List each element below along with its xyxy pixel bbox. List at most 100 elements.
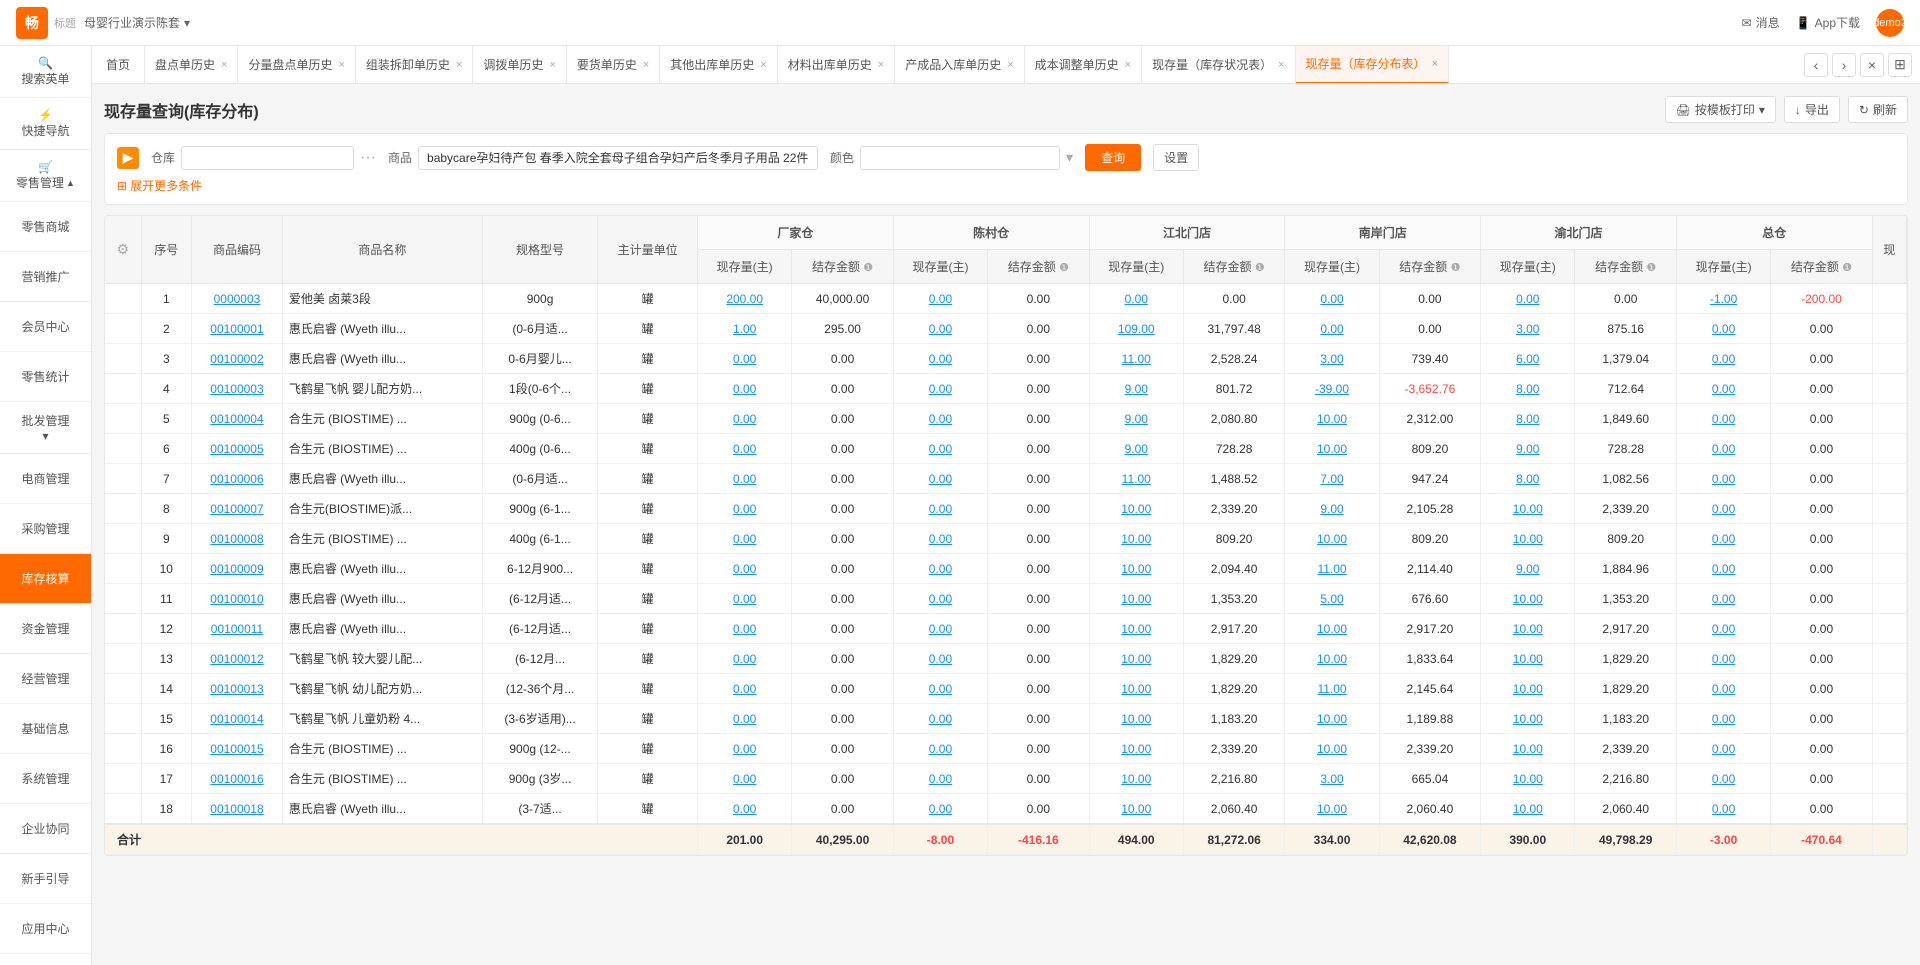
table-cell[interactable]: 00100013	[192, 674, 283, 704]
table-cell[interactable]: 0.00	[893, 374, 987, 404]
settings-col-header[interactable]: ⚙	[105, 216, 141, 284]
print-btn[interactable]: 🖨 按模板打印 ▾	[1665, 96, 1776, 123]
table-cell[interactable]: 10.00	[1285, 734, 1379, 764]
tab-material-out[interactable]: 材料出库单历史 ×	[778, 46, 895, 84]
table-cell[interactable]: 10.00	[1089, 734, 1183, 764]
table-cell[interactable]: 0.00	[893, 314, 987, 344]
close-tab-stock-dist[interactable]: ×	[1432, 58, 1438, 70]
table-cell[interactable]: 9.00	[1481, 434, 1575, 464]
table-cell[interactable]: 0.00	[893, 644, 987, 674]
sidebar-item-inventory[interactable]: 库存核算	[0, 554, 91, 604]
table-cell[interactable]: 0.00	[893, 284, 987, 314]
table-cell[interactable]: 0.00	[1676, 314, 1770, 344]
table-cell[interactable]: 10.00	[1089, 794, 1183, 825]
table-cell[interactable]: 0.00	[698, 794, 792, 825]
table-cell[interactable]: 10.00	[1089, 614, 1183, 644]
table-cell[interactable]: 0.00	[698, 644, 792, 674]
table-cell[interactable]: 0.00	[1676, 764, 1770, 794]
table-cell[interactable]: 11.00	[1089, 464, 1183, 494]
table-cell[interactable]: 0.00	[698, 374, 792, 404]
close-tab-inventory-single[interactable]: ×	[221, 59, 227, 71]
sidebar-item-retail-stats[interactable]: 零售统计	[0, 352, 91, 402]
table-cell[interactable]: 00100011	[192, 614, 283, 644]
table-cell[interactable]: 10.00	[1285, 644, 1379, 674]
tab-cost-adjust[interactable]: 成本调整单历史 ×	[1025, 46, 1142, 84]
row-settings[interactable]	[105, 524, 141, 554]
store-selector[interactable]: 母婴行业演示陈套 ▾	[84, 14, 190, 31]
table-cell[interactable]: 00100009	[192, 554, 283, 584]
table-cell[interactable]: 0.00	[698, 734, 792, 764]
table-cell[interactable]: 10.00	[1481, 794, 1575, 825]
table-cell[interactable]: 0.00	[1676, 734, 1770, 764]
sidebar-item-marketing[interactable]: 营销推广	[0, 252, 91, 302]
table-cell[interactable]: 0.00	[893, 794, 987, 825]
table-cell[interactable]: 10.00	[1285, 434, 1379, 464]
table-cell[interactable]: 00100001	[192, 314, 283, 344]
sidebar-item-operations[interactable]: 经营管理	[0, 654, 91, 704]
row-settings[interactable]	[105, 284, 141, 314]
table-cell[interactable]: 7.00	[1285, 464, 1379, 494]
sidebar-item-finance[interactable]: 资金管理	[0, 604, 91, 654]
tab-home[interactable]: 首页	[92, 46, 145, 84]
nav-expand-btn[interactable]: ⊞	[1888, 53, 1912, 77]
tab-other-out[interactable]: 其他出库单历史 ×	[660, 46, 777, 84]
table-cell[interactable]: 9.00	[1089, 374, 1183, 404]
sidebar-item-system[interactable]: 系统管理	[0, 754, 91, 804]
tab-stock-status[interactable]: 现存量（库存状况表） ×	[1142, 46, 1295, 84]
sidebar-item-shortcut[interactable]: ⚡ 快捷导航	[0, 98, 91, 150]
tab-inventory-single[interactable]: 盘点单历史 ×	[145, 46, 238, 84]
sidebar-item-purchase[interactable]: 采购管理	[0, 504, 91, 554]
table-cell[interactable]: 0.00	[1676, 524, 1770, 554]
table-cell[interactable]: 10.00	[1481, 494, 1575, 524]
close-tab-combo-dismantle[interactable]: ×	[456, 59, 462, 71]
close-tab-stock-status[interactable]: ×	[1278, 59, 1284, 71]
query-btn[interactable]: 查询	[1085, 144, 1141, 171]
table-cell[interactable]: 0.00	[893, 734, 987, 764]
row-settings[interactable]	[105, 734, 141, 764]
table-cell[interactable]: 8.00	[1481, 464, 1575, 494]
table-cell[interactable]: 6.00	[1481, 344, 1575, 374]
table-cell[interactable]: 10.00	[1089, 524, 1183, 554]
sidebar-item-retail-mgmt[interactable]: 🛒 零售管理 ▲	[0, 150, 91, 202]
refresh-btn[interactable]: ↻ 刷新	[1848, 96, 1908, 123]
table-cell[interactable]: 10.00	[1481, 764, 1575, 794]
table-cell[interactable]: 10.00	[1481, 524, 1575, 554]
sidebar-item-member[interactable]: 会员中心	[0, 302, 91, 352]
table-cell[interactable]: 0.00	[698, 344, 792, 374]
table-cell[interactable]: 10.00	[1285, 704, 1379, 734]
close-tab-transfer[interactable]: ×	[549, 59, 555, 71]
table-cell[interactable]: 10.00	[1481, 734, 1575, 764]
table-cell[interactable]: 10.00	[1089, 554, 1183, 584]
tab-combo-dismantle[interactable]: 组装拆卸单历史 ×	[356, 46, 473, 84]
table-cell[interactable]: 0.00	[1285, 284, 1379, 314]
table-cell[interactable]: 0.00	[1676, 704, 1770, 734]
table-cell[interactable]: 10.00	[1481, 614, 1575, 644]
table-cell[interactable]: 00100003	[192, 374, 283, 404]
warehouse-dots[interactable]: ···	[360, 149, 376, 167]
settings-config-btn[interactable]: 设置	[1153, 144, 1199, 171]
table-cell[interactable]: 3.00	[1285, 764, 1379, 794]
table-cell[interactable]: 0.00	[698, 434, 792, 464]
sidebar-item-guide[interactable]: 新手引导	[0, 854, 91, 904]
table-cell[interactable]: 00100018	[192, 794, 283, 825]
table-cell[interactable]: 8.00	[1481, 374, 1575, 404]
table-cell[interactable]: 0000003	[192, 284, 283, 314]
table-cell[interactable]: 00100007	[192, 494, 283, 524]
table-cell[interactable]: 10.00	[1089, 674, 1183, 704]
table-cell[interactable]: 0.00	[698, 494, 792, 524]
table-cell[interactable]: 11.00	[1285, 674, 1379, 704]
table-cell[interactable]: 0.00	[698, 554, 792, 584]
table-cell[interactable]: 0.00	[698, 614, 792, 644]
close-tab-material-out[interactable]: ×	[878, 59, 884, 71]
export-btn[interactable]: ↓ 导出	[1784, 96, 1840, 123]
row-settings[interactable]	[105, 344, 141, 374]
row-settings[interactable]	[105, 494, 141, 524]
row-settings[interactable]	[105, 644, 141, 674]
table-cell[interactable]: 0.00	[893, 434, 987, 464]
table-cell[interactable]: 0.00	[893, 494, 987, 524]
color-dropdown-icon[interactable]: ▾	[1066, 149, 1073, 166]
table-cell[interactable]: 9.00	[1481, 554, 1575, 584]
sidebar-item-wechat[interactable]: 企业微信	[0, 954, 91, 965]
table-cell[interactable]: 10.00	[1481, 704, 1575, 734]
sidebar-item-retail-mall[interactable]: 零售商城	[0, 202, 91, 252]
